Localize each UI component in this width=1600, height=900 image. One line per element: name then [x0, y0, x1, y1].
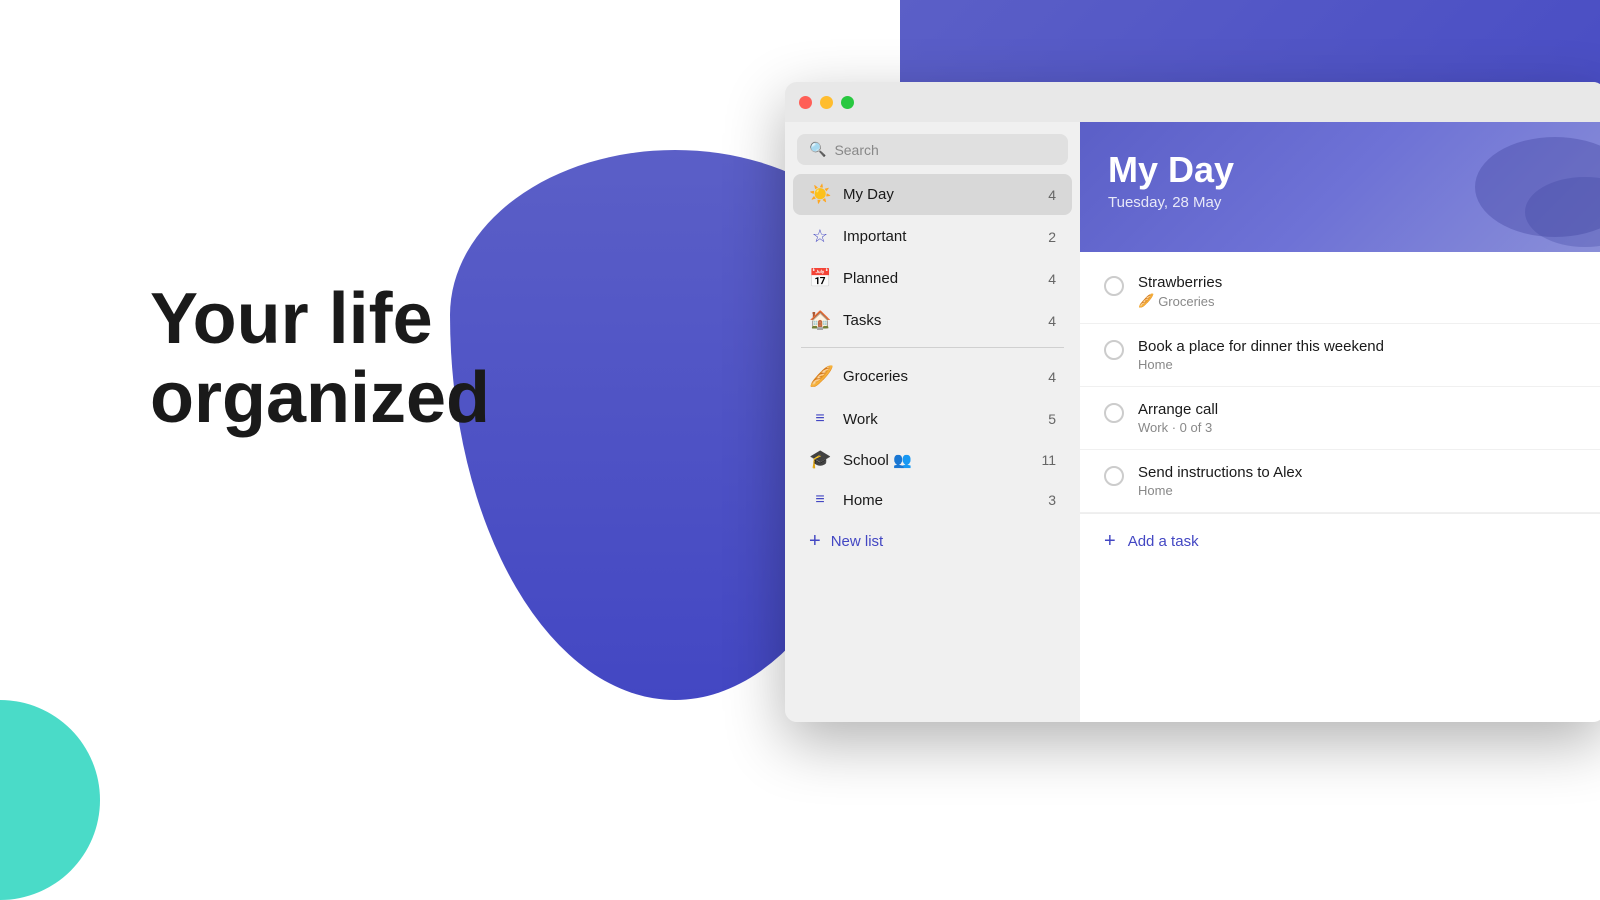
hero-line1: Your life [150, 279, 433, 359]
tasks-list: Strawberries 🥖 Groceries Book a place fo… [1080, 252, 1600, 722]
sidebar-count-school: 11 [1041, 452, 1056, 468]
sidebar-item-home[interactable]: ≡ Home 3 [793, 481, 1072, 519]
sidebar-nav: ☀️ My Day 4 ☆ Important 2 📅 Planned 4 [785, 173, 1080, 712]
task-body-4: Send instructions to Alex Home [1138, 464, 1581, 498]
tasks-home-icon: 🏠 [809, 310, 831, 331]
sidebar-item-important[interactable]: ☆ Important 2 [793, 216, 1072, 257]
task-body-1: Strawberries 🥖 Groceries [1138, 274, 1581, 309]
sidebar-label-work: Work [843, 411, 1036, 428]
sidebar-count-my-day: 4 [1048, 187, 1056, 203]
sidebar-item-school[interactable]: 🎓 School 👥 11 [793, 439, 1072, 480]
task-checkbox-4[interactable] [1104, 466, 1124, 486]
sidebar-label-home: Home [843, 492, 1036, 509]
sidebar-count-home: 3 [1048, 492, 1056, 508]
sidebar-label-tasks: Tasks [843, 312, 1036, 329]
groceries-emoji-icon: 🥖 [1138, 293, 1154, 309]
calendar-icon: 📅 [809, 268, 831, 289]
sidebar-label-important: Important [843, 228, 1036, 245]
plus-icon: + [809, 530, 821, 553]
task-title-4: Send instructions to Alex [1138, 464, 1581, 481]
search-icon: 🔍 [809, 141, 826, 158]
sidebar-item-my-day[interactable]: ☀️ My Day 4 [793, 174, 1072, 215]
sidebar-count-work: 5 [1048, 411, 1056, 427]
sidebar-item-groceries[interactable]: 🥖 Groceries 4 [793, 354, 1072, 399]
add-task-label: Add a task [1128, 533, 1199, 550]
sidebar-count-important: 2 [1048, 229, 1056, 245]
sidebar-count-groceries: 4 [1048, 369, 1056, 385]
task-title-3: Arrange call [1138, 401, 1581, 418]
search-input[interactable]: Search [834, 142, 1056, 158]
sidebar: 🔍 Search ☀️ My Day 4 ☆ Important 2 [785, 122, 1080, 722]
sidebar-label-my-day: My Day [843, 186, 1036, 203]
sidebar-divider [801, 347, 1064, 348]
app-body: 🔍 Search ☀️ My Day 4 ☆ Important 2 [785, 122, 1600, 722]
sidebar-label-school: School 👥 [843, 451, 1029, 469]
main-header: My Day Tuesday, 28 May [1080, 122, 1600, 252]
bread-icon: 🥖 [809, 364, 831, 389]
star-icon: ☆ [809, 226, 831, 247]
main-subtitle: Tuesday, 28 May [1108, 194, 1577, 211]
sidebar-item-work[interactable]: ≡ Work 5 [793, 400, 1072, 438]
task-meta-3: Work · 0 of 3 [1138, 420, 1581, 435]
hero-line2: organized [150, 358, 490, 438]
task-checkbox-3[interactable] [1104, 403, 1124, 423]
task-meta-1: 🥖 Groceries [1138, 293, 1581, 309]
main-content: My Day Tuesday, 28 May Strawberries 🥖 Gr… [1080, 122, 1600, 722]
titlebar [785, 82, 1600, 122]
task-title-1: Strawberries [1138, 274, 1581, 291]
task-checkbox-2[interactable] [1104, 340, 1124, 360]
task-body-3: Arrange call Work · 0 of 3 [1138, 401, 1581, 435]
list-icon-home: ≡ [809, 491, 831, 509]
sidebar-label-groceries: Groceries [843, 368, 1036, 385]
task-title-2: Book a place for dinner this weekend [1138, 338, 1581, 355]
task-body-2: Book a place for dinner this weekend Hom… [1138, 338, 1581, 372]
new-list-button[interactable]: + New list [793, 520, 1072, 563]
new-list-label: New list [831, 533, 884, 550]
graduation-icon: 🎓 [809, 449, 831, 470]
task-meta-4: Home [1138, 483, 1581, 498]
sidebar-item-tasks[interactable]: 🏠 Tasks 4 [793, 300, 1072, 341]
add-task-plus-icon: + [1104, 530, 1116, 553]
hero-text: Your life organized [150, 280, 490, 438]
task-meta-2: Home [1138, 357, 1581, 372]
main-title: My Day [1108, 150, 1577, 190]
sidebar-count-tasks: 4 [1048, 313, 1056, 329]
search-bar[interactable]: 🔍 Search [797, 134, 1068, 165]
sun-icon: ☀️ [809, 184, 831, 205]
list-icon-work: ≡ [809, 410, 831, 428]
maximize-button[interactable] [841, 96, 854, 109]
close-button[interactable] [799, 96, 812, 109]
sidebar-count-planned: 4 [1048, 271, 1056, 287]
task-item-book-dinner[interactable]: Book a place for dinner this weekend Hom… [1080, 324, 1600, 387]
task-item-arrange-call[interactable]: Arrange call Work · 0 of 3 [1080, 387, 1600, 450]
bg-shape-bottom-left [0, 700, 100, 900]
task-item-strawberries[interactable]: Strawberries 🥖 Groceries [1080, 260, 1600, 324]
task-item-send-instructions[interactable]: Send instructions to Alex Home [1080, 450, 1600, 513]
task-checkbox-1[interactable] [1104, 276, 1124, 296]
sidebar-label-planned: Planned [843, 270, 1036, 287]
add-task-row[interactable]: + Add a task [1080, 513, 1600, 569]
app-window: 🔍 Search ☀️ My Day 4 ☆ Important 2 [785, 82, 1600, 722]
sidebar-item-planned[interactable]: 📅 Planned 4 [793, 258, 1072, 299]
minimize-button[interactable] [820, 96, 833, 109]
